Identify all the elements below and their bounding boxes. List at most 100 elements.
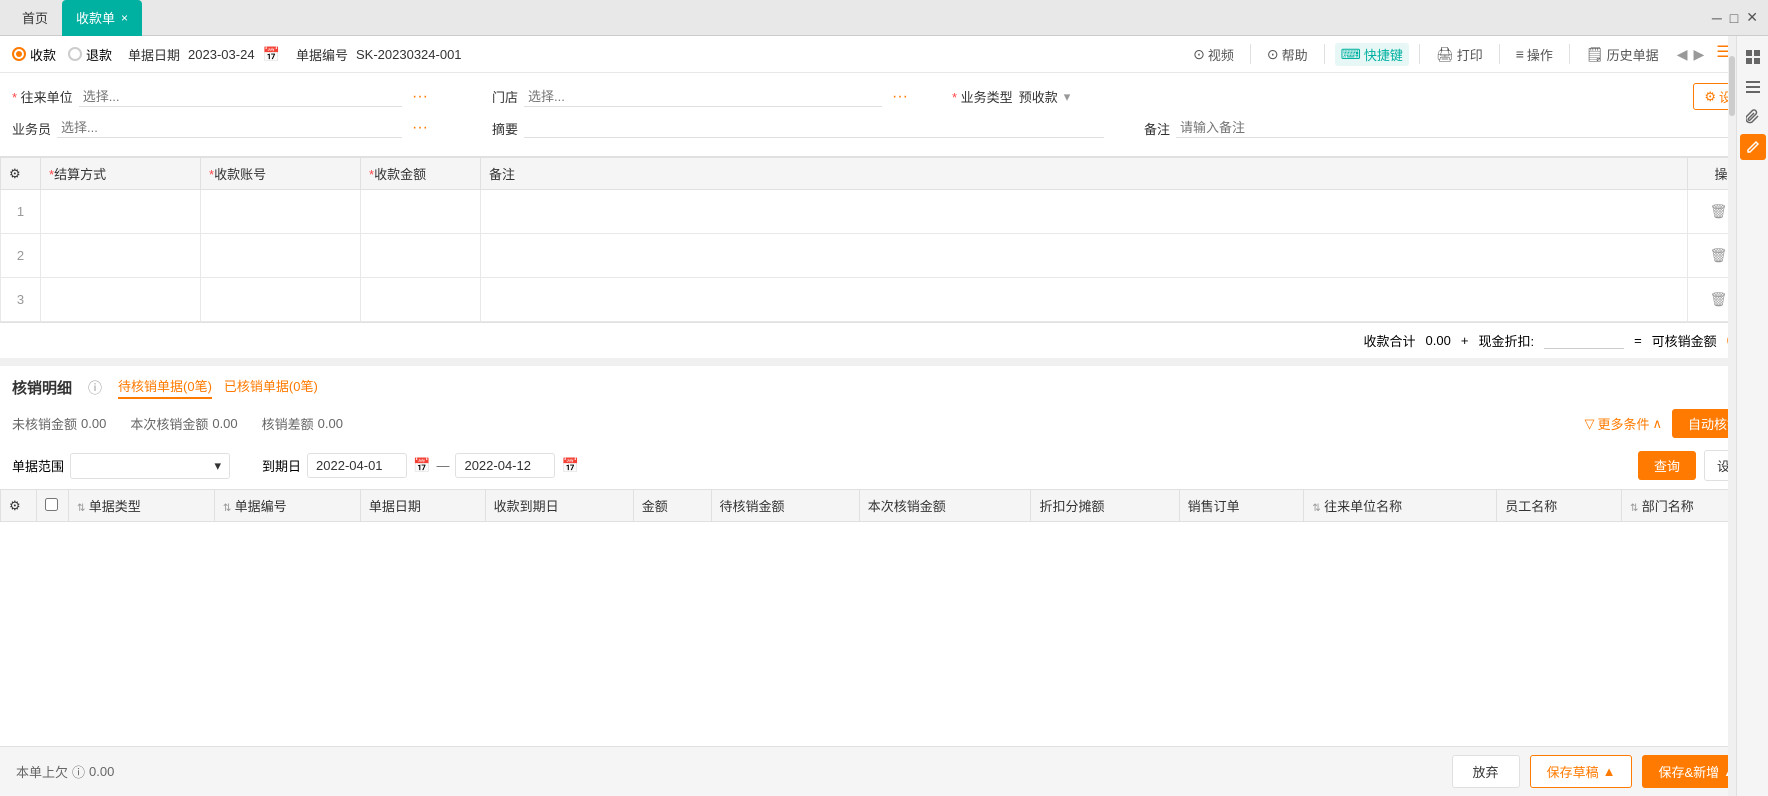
- discount-input[interactable]: [1544, 333, 1624, 349]
- shortcut-btn[interactable]: ⌨ 快捷键: [1335, 43, 1409, 66]
- data-table-header: ⚙ ⇅ 单据类型 ⇅ 单据编号: [1, 490, 1768, 522]
- dt-col-counterpart: ⇅ 往来单位名称: [1304, 490, 1497, 522]
- tab-home[interactable]: 首页: [8, 0, 62, 36]
- business-type-select[interactable]: 预收款 ▾: [1019, 87, 1071, 106]
- salesperson-input[interactable]: [57, 118, 402, 138]
- shortcut-label: 快捷键: [1364, 45, 1403, 64]
- window-close[interactable]: ✕: [1746, 9, 1758, 26]
- business-type-value: 预收款: [1019, 87, 1058, 106]
- window-minimize[interactable]: ─: [1712, 10, 1722, 26]
- tab-collection-label: 收款单: [76, 8, 115, 27]
- summary-label: 摘要: [492, 119, 518, 138]
- row-1-delete-icon[interactable]: 🗑: [1710, 203, 1728, 220]
- counterpart-more-btn[interactable]: ···: [408, 88, 432, 106]
- row-1-num: 1: [1, 190, 41, 234]
- row-3-settlement[interactable]: [41, 278, 201, 322]
- tab-collection[interactable]: 收款单 ×: [62, 0, 142, 36]
- query-btn[interactable]: 查询: [1638, 451, 1696, 480]
- dt-col-settings[interactable]: ⚙: [1, 490, 37, 522]
- dt-col-checkbox[interactable]: [37, 490, 69, 522]
- business-type-dropdown-icon[interactable]: ▾: [1064, 89, 1071, 105]
- nav-next[interactable]: ▶: [1691, 46, 1706, 63]
- video-btn[interactable]: ⊙ 视频: [1187, 43, 1240, 66]
- date-to-input[interactable]: [455, 453, 555, 478]
- video-icon: ⊙: [1193, 46, 1205, 63]
- row-2-amount[interactable]: [361, 234, 481, 278]
- row-2-remark[interactable]: [481, 234, 1688, 278]
- dt-amount-label: 金额: [642, 499, 668, 514]
- table-row: 2 🗑 ⧉: [1, 234, 1768, 278]
- radio-refund[interactable]: 退款: [68, 45, 112, 64]
- summary-input[interactable]: [524, 118, 1104, 138]
- help-label: 帮助: [1282, 45, 1308, 64]
- row-1-remark[interactable]: [481, 190, 1688, 234]
- main-content: 收款 退款 单据日期 2023-03-24 📅 单据编号 SK-20230324…: [0, 36, 1768, 796]
- store-input[interactable]: [524, 87, 882, 107]
- salesperson-more-btn[interactable]: ···: [408, 119, 432, 137]
- dt-col-pending: 待核销金额: [711, 490, 859, 522]
- row-2-settlement[interactable]: [41, 234, 201, 278]
- remark-input[interactable]: [1176, 118, 1756, 138]
- sidebar-edit-icon[interactable]: [1740, 134, 1766, 160]
- help-icon: ⊙: [1267, 46, 1279, 63]
- chevron-up-icon: ∧: [1652, 416, 1662, 432]
- remark-label: 备注: [1144, 119, 1170, 138]
- doc-date-calendar-icon[interactable]: 📅: [263, 46, 280, 63]
- sidebar-list-icon[interactable]: [1740, 74, 1766, 100]
- row-2-delete-icon[interactable]: 🗑: [1710, 247, 1728, 264]
- store-label: 门店: [492, 87, 518, 106]
- col-amount-header: *收款金额: [361, 158, 481, 190]
- sidebar-attachment-icon[interactable]: [1740, 104, 1766, 130]
- discount-label: 现金折扣:: [1478, 331, 1534, 350]
- print-btn[interactable]: 🖨 打印: [1430, 43, 1489, 66]
- table-section: ⚙ *结算方式 *收款账号 *收款金额 备注 操作: [0, 156, 1768, 322]
- net-label: 可核销金额: [1652, 331, 1717, 350]
- section-divider: [0, 358, 1768, 366]
- row-3-account[interactable]: [201, 278, 361, 322]
- date-to-calendar-icon[interactable]: 📅: [561, 457, 578, 474]
- operation-btn[interactable]: ≡ 操作: [1510, 43, 1559, 66]
- col-settings-header[interactable]: ⚙: [1, 158, 41, 190]
- window-maximize[interactable]: □: [1730, 10, 1738, 26]
- more-conditions-btn[interactable]: ▽ 更多条件 ∧: [1584, 414, 1662, 433]
- tab-bar: 首页 收款单 × ─ □ ✕: [0, 0, 1768, 36]
- diff-value: 0.00: [318, 416, 343, 431]
- range-dropdown-icon: ▾: [214, 458, 221, 474]
- tab-collection-close[interactable]: ×: [121, 11, 128, 25]
- history-btn[interactable]: 🗒 历史单据: [1580, 43, 1665, 66]
- tab-pending[interactable]: 待核销单据(0笔): [118, 376, 212, 399]
- toolbar-right: ⊙ 视频 ⊙ 帮助 ⌨ 快捷键 🖨 打印 ≡ 操作: [1187, 42, 1756, 66]
- row-3-amount[interactable]: [361, 278, 481, 322]
- row-2-account[interactable]: [201, 234, 361, 278]
- verification-info-icon[interactable]: ⓘ: [88, 378, 102, 398]
- radio-collection[interactable]: 收款: [12, 45, 56, 64]
- counterpart-input[interactable]: [79, 87, 402, 107]
- date-from-input[interactable]: [307, 453, 407, 478]
- divider3: [1419, 44, 1420, 64]
- business-type-field: 业务类型 预收款 ▾: [952, 87, 1070, 106]
- form-row-2: 业务员 ··· 摘要 备注: [12, 118, 1756, 138]
- date-from-calendar-icon[interactable]: 📅: [413, 457, 430, 474]
- nav-prev[interactable]: ◀: [1675, 46, 1690, 63]
- row-1-settlement[interactable]: [41, 190, 201, 234]
- store-more-btn[interactable]: ···: [888, 88, 912, 106]
- row-3-remark[interactable]: [481, 278, 1688, 322]
- row-3-delete-icon[interactable]: 🗑: [1710, 291, 1728, 308]
- tab-done[interactable]: 已核销单据(0笔): [224, 376, 318, 399]
- doc-date-value: 2023-03-24: [188, 47, 255, 62]
- row-1-amount[interactable]: [361, 190, 481, 234]
- discard-btn[interactable]: 放弃: [1452, 755, 1520, 788]
- print-icon: 🖨: [1436, 46, 1454, 63]
- counterpart-field: 往来单位 ···: [12, 87, 432, 107]
- range-select[interactable]: ▾: [70, 453, 230, 479]
- unchecked-label: 未核销金额: [12, 414, 77, 433]
- save-draft-arrow[interactable]: ▲: [1603, 764, 1616, 779]
- dt-select-all[interactable]: [45, 498, 58, 511]
- row-1-account[interactable]: [201, 190, 361, 234]
- stats-row: 未核销金额 0.00 本次核销金额 0.00 核销差额 0.00 ▽ 更多条件 …: [0, 405, 1768, 442]
- col-settlement-header: *结算方式: [41, 158, 201, 190]
- sidebar-table-icon[interactable]: [1740, 44, 1766, 70]
- scrollbar-thumb[interactable]: [1729, 56, 1735, 116]
- save-draft-btn[interactable]: 保存草稿 ▲: [1530, 755, 1633, 788]
- help-btn[interactable]: ⊙ 帮助: [1261, 43, 1314, 66]
